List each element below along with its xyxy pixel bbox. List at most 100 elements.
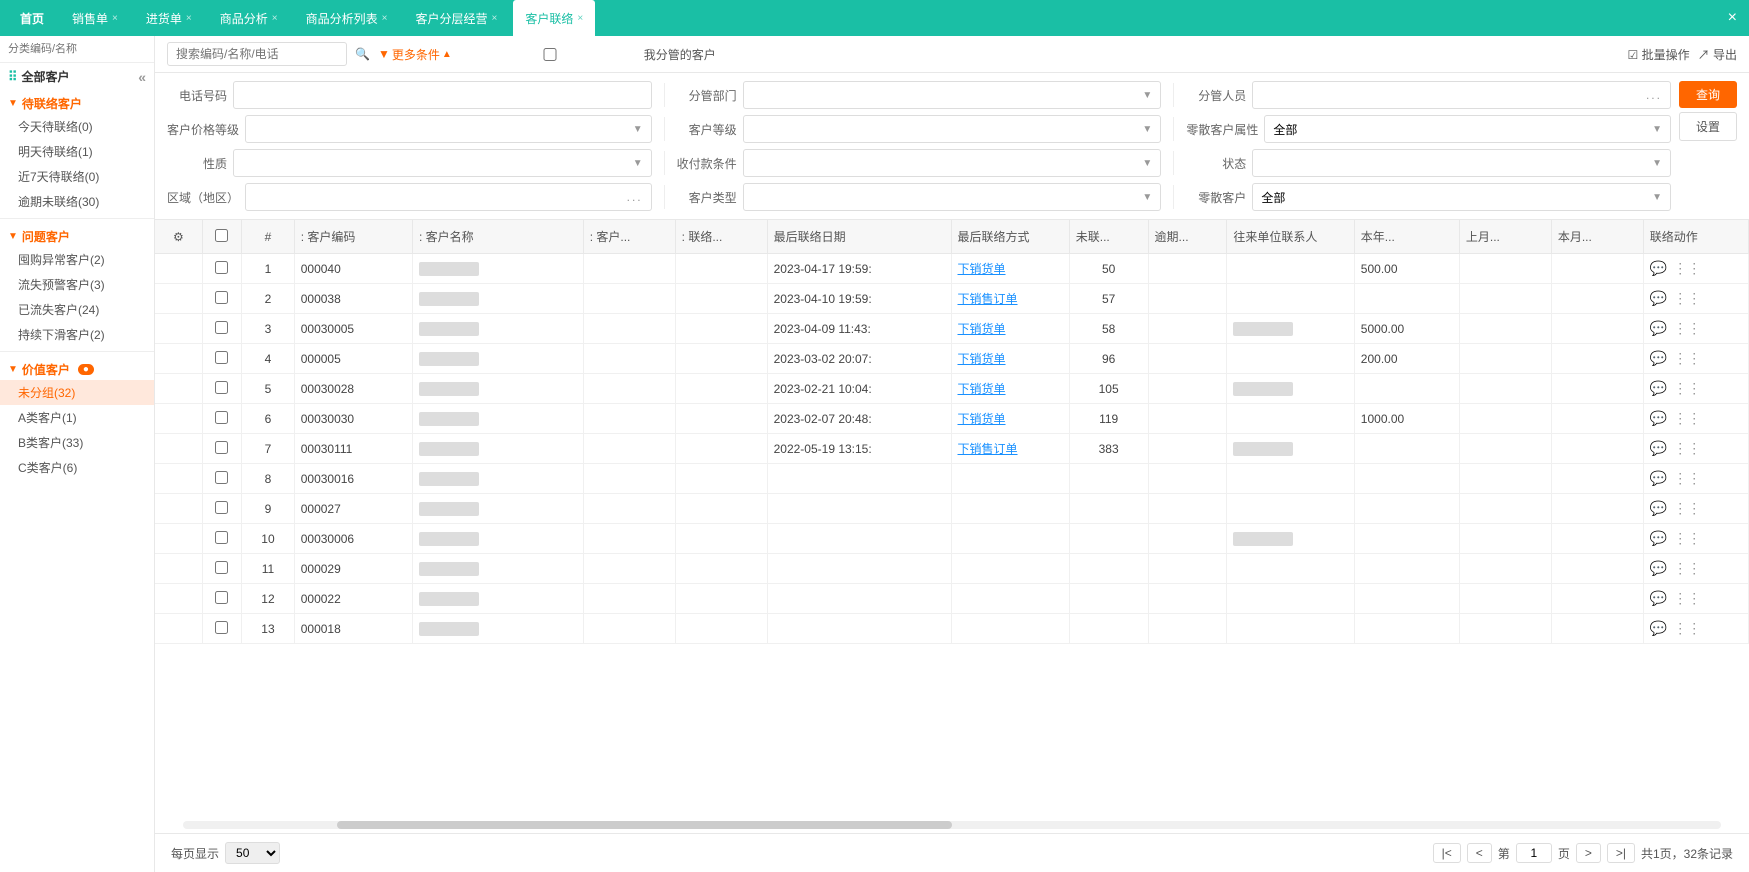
row-lastway-link-1[interactable]: 下销售订单 <box>958 292 1018 306</box>
th-contact[interactable]: : 联络... <box>675 220 767 254</box>
tab-sales[interactable]: 销售单 × <box>60 0 130 36</box>
th-lastway[interactable]: 最后联络方式 <box>951 220 1069 254</box>
sidebar-item-type-c[interactable]: C类客户(6) <box>0 455 154 480</box>
page-number-input[interactable] <box>1516 843 1552 863</box>
action-chat-1[interactable]: 💬 <box>1650 290 1667 307</box>
more-conditions-btn[interactable]: ▼ 更多条件 ▲ <box>378 46 452 63</box>
row-lastway-12[interactable] <box>951 614 1069 644</box>
action-menu-1[interactable]: ⋮⋮ <box>1673 290 1701 307</box>
action-menu-7[interactable]: ⋮⋮ <box>1673 470 1701 487</box>
sidebar-collapse-btn[interactable]: « <box>138 69 146 85</box>
action-menu-11[interactable]: ⋮⋮ <box>1673 590 1701 607</box>
row-lastway-7[interactable] <box>951 464 1069 494</box>
first-page-btn[interactable]: |< <box>1433 843 1461 863</box>
row-lastway-0[interactable]: 下销货单 <box>951 254 1069 284</box>
row-check-2[interactable] <box>202 314 241 344</box>
sidebar-item-declining[interactable]: 持续下滑客户(2) <box>0 322 154 347</box>
action-menu-12[interactable]: ⋮⋮ <box>1673 620 1701 637</box>
th-settings[interactable]: ⚙ <box>155 220 202 254</box>
tab-product-analysis[interactable]: 商品分析 × <box>208 0 290 36</box>
row-lastway-link-5[interactable]: 下销货单 <box>958 412 1006 426</box>
action-chat-11[interactable]: 💬 <box>1650 590 1667 607</box>
next-page-btn[interactable]: > <box>1576 843 1601 863</box>
action-chat-10[interactable]: 💬 <box>1650 560 1667 577</box>
row-check-8[interactable] <box>202 494 241 524</box>
row-lastway-4[interactable]: 下销货单 <box>951 374 1069 404</box>
tab-customer-segment[interactable]: 客户分层经营 × <box>403 0 509 36</box>
check-all[interactable] <box>215 229 228 242</box>
tab-product-list[interactable]: 商品分析列表 × <box>294 0 400 36</box>
row-check-10[interactable] <box>202 554 241 584</box>
filter-nature-select[interactable]: ▼ <box>233 149 652 177</box>
sidebar-item-hoarding[interactable]: 囤购异常客户(2) <box>0 247 154 272</box>
sidebar-group-value[interactable]: ▼ 价值客户 ● <box>0 356 154 380</box>
th-companion[interactable]: 往来单位联系人 <box>1227 220 1354 254</box>
row-check-5[interactable] <box>202 404 241 434</box>
sidebar-item-type-b[interactable]: B类客户(33) <box>0 430 154 455</box>
action-menu-10[interactable]: ⋮⋮ <box>1673 560 1701 577</box>
row-lastway-1[interactable]: 下销售订单 <box>951 284 1069 314</box>
row-lastway-5[interactable]: 下销货单 <box>951 404 1069 434</box>
row-lastway-link-6[interactable]: 下销售订单 <box>958 442 1018 456</box>
action-chat-2[interactable]: 💬 <box>1650 320 1667 337</box>
action-menu-4[interactable]: ⋮⋮ <box>1673 380 1701 397</box>
row-check-11[interactable] <box>202 584 241 614</box>
my-customers-filter[interactable]: 我分管的客户 <box>460 46 716 63</box>
tab-home[interactable]: 首页 <box>8 0 56 36</box>
per-page-select[interactable]: 50 100 200 <box>225 842 280 864</box>
tab-purchase-close[interactable]: × <box>186 13 192 24</box>
filter-retail-select[interactable]: 全部 ▼ <box>1252 183 1671 211</box>
row-check-9[interactable] <box>202 524 241 554</box>
filter-cust-type-select[interactable]: ▼ <box>743 183 1162 211</box>
th-lastdate[interactable]: 最后联络日期 <box>767 220 951 254</box>
sidebar-item-churned[interactable]: 已流失客户(24) <box>0 297 154 322</box>
tab-customer-segment-close[interactable]: × <box>491 13 497 24</box>
sidebar-item-7days[interactable]: 近7天待联络(0) <box>0 164 154 189</box>
close-all-tabs[interactable]: × <box>1724 5 1741 31</box>
tab-purchase[interactable]: 进货单 × <box>134 0 204 36</box>
filter-status-select[interactable]: ▼ <box>1252 149 1671 177</box>
row-lastway-11[interactable] <box>951 584 1069 614</box>
row-lastway-3[interactable]: 下销货单 <box>951 344 1069 374</box>
th-check[interactable] <box>202 220 241 254</box>
sidebar-item-overdue[interactable]: 逾期未联络(30) <box>0 189 154 214</box>
query-btn[interactable]: 查询 <box>1679 81 1737 108</box>
action-chat-7[interactable]: 💬 <box>1650 470 1667 487</box>
sidebar-group-pending[interactable]: ▼ 待联络客户 <box>0 90 154 114</box>
filter-price-level-select[interactable]: ▼ <box>245 115 652 143</box>
filter-region-select[interactable]: ... <box>245 183 652 211</box>
search-input[interactable] <box>167 42 347 66</box>
filter-cust-level-select[interactable]: ▼ <box>743 115 1162 143</box>
tab-product-list-close[interactable]: × <box>382 13 388 24</box>
row-lastway-link-3[interactable]: 下销货单 <box>958 352 1006 366</box>
th-code[interactable]: : 客户编码 <box>294 220 412 254</box>
row-check-12[interactable] <box>202 614 241 644</box>
row-lastway-6[interactable]: 下销售订单 <box>951 434 1069 464</box>
row-check-0[interactable] <box>202 254 241 284</box>
my-customers-checkbox[interactable] <box>460 48 640 61</box>
th-type[interactable]: : 客户... <box>583 220 675 254</box>
row-lastway-link-4[interactable]: 下销货单 <box>958 382 1006 396</box>
tab-product-analysis-close[interactable]: × <box>272 13 278 24</box>
filter-dept-select[interactable]: ▼ <box>743 81 1162 109</box>
th-lastmonth[interactable]: 上月... <box>1459 220 1551 254</box>
action-menu-5[interactable]: ⋮⋮ <box>1673 410 1701 427</box>
sidebar-item-today[interactable]: 今天待联络(0) <box>0 114 154 139</box>
row-lastway-8[interactable] <box>951 494 1069 524</box>
action-chat-12[interactable]: 💬 <box>1650 620 1667 637</box>
sidebar-search-input[interactable] <box>8 43 150 55</box>
horizontal-scrollbar[interactable] <box>155 817 1749 833</box>
sidebar-item-ungroup[interactable]: 未分组(32) <box>0 380 154 405</box>
sidebar-all-customers[interactable]: ⠿ 全部客户 « <box>0 63 154 90</box>
action-menu-6[interactable]: ⋮⋮ <box>1673 440 1701 457</box>
tab-customer-contact[interactable]: 客户联络 × <box>513 0 595 36</box>
row-lastway-10[interactable] <box>951 554 1069 584</box>
action-menu-2[interactable]: ⋮⋮ <box>1673 320 1701 337</box>
action-chat-9[interactable]: 💬 <box>1650 530 1667 547</box>
row-check-4[interactable] <box>202 374 241 404</box>
action-chat-4[interactable]: 💬 <box>1650 380 1667 397</box>
action-chat-8[interactable]: 💬 <box>1650 500 1667 517</box>
batch-operation-btn[interactable]: ☑ 批量操作 <box>1628 46 1690 63</box>
sidebar-item-churn-warning[interactable]: 流失预警客户(3) <box>0 272 154 297</box>
reset-btn[interactable]: 设置 <box>1679 112 1737 141</box>
